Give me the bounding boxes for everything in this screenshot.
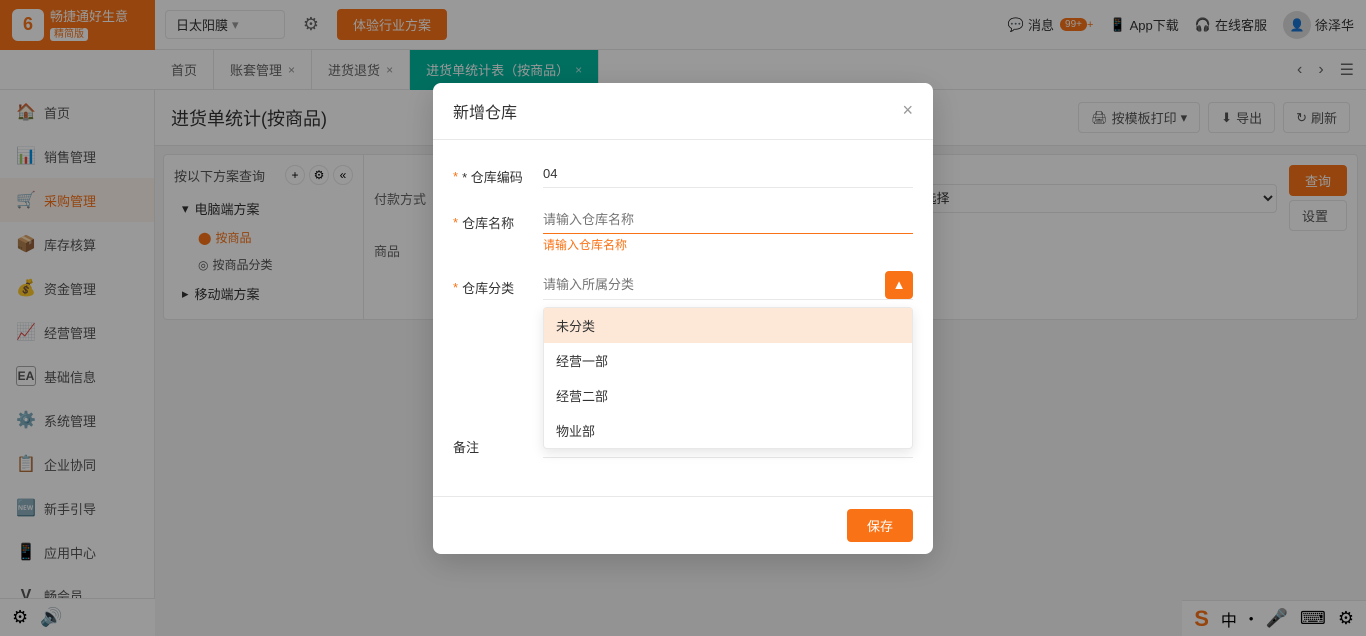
warehouse-name-input[interactable] (543, 206, 913, 234)
add-warehouse-modal: 新增仓库 × * * 仓库编码 * 仓库名称 (433, 83, 933, 554)
category-dropdown: 未分类 经营一部 经营二部 物业部 (543, 307, 913, 449)
warehouse-note-label: 备注 (453, 430, 533, 456)
modal-footer: 保存 (433, 496, 933, 554)
modal-overlay: 新增仓库 × * * 仓库编码 * 仓库名称 (0, 0, 1366, 636)
dropdown-item-unclassified[interactable]: 未分类 (544, 308, 912, 343)
dropdown-item-dept2[interactable]: 经营二部 (544, 378, 912, 413)
warehouse-name-row: * 仓库名称 请输入仓库名称 (453, 206, 913, 253)
warehouse-name-error: 请输入仓库名称 (543, 236, 913, 253)
unclassified-label: 未分类 (556, 319, 595, 334)
dropdown-item-dept1[interactable]: 经营一部 (544, 343, 912, 378)
category-arrow-button[interactable]: ▲ (885, 271, 913, 299)
dept2-label: 经营二部 (556, 389, 608, 404)
dropdown-item-property[interactable]: 物业部 (544, 413, 912, 448)
dept1-label: 经营一部 (556, 354, 608, 369)
warehouse-category-input[interactable] (543, 271, 885, 298)
warehouse-code-row: * * 仓库编码 (453, 160, 913, 188)
warehouse-category-select-wrap: ▲ (543, 271, 913, 300)
save-button[interactable]: 保存 (847, 509, 913, 542)
modal-close-button[interactable]: × (902, 100, 913, 121)
warehouse-code-input[interactable] (543, 160, 913, 188)
warehouse-category-row: * 仓库分类 ▲ 未分类 (453, 271, 913, 300)
warehouse-name-label: * 仓库名称 (453, 206, 533, 232)
chevron-up-icon: ▲ (893, 277, 906, 292)
warehouse-category-label: * 仓库分类 (453, 271, 533, 297)
property-label: 物业部 (556, 424, 595, 439)
modal-header: 新增仓库 × (433, 83, 933, 140)
warehouse-code-wrap (543, 160, 913, 188)
modal-title: 新增仓库 (453, 99, 517, 123)
modal-body: * * 仓库编码 * 仓库名称 请输入仓库名称 (433, 140, 933, 496)
warehouse-name-wrap: 请输入仓库名称 (543, 206, 913, 253)
warehouse-code-label: * * 仓库编码 (453, 160, 533, 186)
warehouse-category-wrap: ▲ 未分类 经营一部 经营二部 (543, 271, 913, 300)
